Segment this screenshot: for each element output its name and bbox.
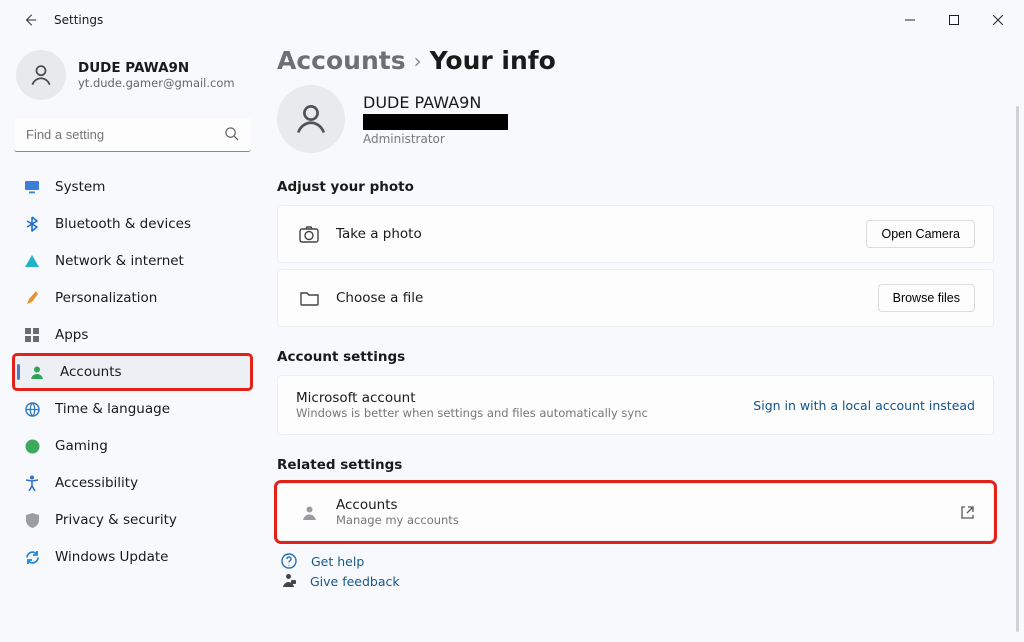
sidebar-profile-email: yt.dude.gamer@gmail.com [78, 76, 235, 90]
nav-accessibility[interactable]: Accessibility [14, 466, 251, 500]
chevron-right-icon: › [414, 49, 422, 73]
display-icon [24, 180, 40, 194]
hero-name: DUDE PAWA9N [363, 93, 508, 112]
nav-label: Personalization [55, 290, 157, 306]
section-related-settings: Related settings [277, 457, 994, 473]
minimize-button[interactable] [888, 4, 932, 36]
brush-icon [24, 290, 40, 306]
breadcrumb: Accounts › Your info [277, 46, 994, 75]
camera-icon [296, 226, 322, 243]
nav-time-language[interactable]: Time & language [14, 392, 251, 426]
section-account-settings: Account settings [277, 349, 994, 365]
related-accounts-row[interactable]: Accounts Manage my accounts [278, 484, 993, 540]
related-accounts-title: Accounts [336, 497, 459, 513]
folder-icon [296, 290, 322, 306]
nav: System Bluetooth & devices Network & int… [14, 170, 251, 574]
bluetooth-icon [24, 216, 40, 232]
breadcrumb-parent[interactable]: Accounts [277, 46, 406, 75]
choose-file-label: Choose a file [336, 290, 423, 306]
shield-icon [24, 513, 40, 528]
local-account-link[interactable]: Sign in with a local account instead [753, 398, 975, 413]
browse-files-button[interactable]: Browse files [878, 284, 975, 312]
get-help-row[interactable]: Get help [281, 553, 994, 569]
nav-label: Bluetooth & devices [55, 216, 191, 232]
nav-label: Windows Update [55, 549, 168, 565]
search-input[interactable] [14, 118, 251, 152]
give-feedback-link[interactable]: Give feedback [310, 574, 400, 589]
update-icon [24, 550, 40, 565]
nav-label: Privacy & security [55, 512, 177, 528]
nav-system[interactable]: System [14, 170, 251, 204]
nav-accounts[interactable]: Accounts [14, 355, 251, 389]
ms-account-title: Microsoft account [296, 390, 648, 406]
get-help-link[interactable]: Get help [311, 554, 364, 569]
nav-label: Apps [55, 327, 88, 343]
nav-label: Time & language [55, 401, 170, 417]
nav-network[interactable]: Network & internet [14, 244, 251, 278]
gaming-icon [24, 439, 40, 454]
nav-label: Accessibility [55, 475, 138, 491]
back-button[interactable] [16, 6, 44, 34]
accessibility-icon [24, 475, 40, 491]
close-button[interactable] [976, 4, 1020, 36]
nav-windows-update[interactable]: Windows Update [14, 540, 251, 574]
maximize-button[interactable] [932, 4, 976, 36]
open-external-icon [960, 505, 975, 520]
apps-icon [24, 328, 40, 342]
help-icon [281, 553, 297, 569]
title-bar: Settings [0, 0, 1024, 40]
feedback-icon [281, 573, 296, 589]
globe-icon [24, 402, 40, 417]
nav-label: Network & internet [55, 253, 184, 269]
nav-apps[interactable]: Apps [14, 318, 251, 352]
related-accounts-sub: Manage my accounts [336, 513, 459, 527]
sidebar-profile[interactable]: DUDE PAWA9N yt.dude.gamer@gmail.com [14, 44, 251, 114]
account-hero: DUDE PAWA9N Administrator [277, 81, 994, 157]
nav-gaming[interactable]: Gaming [14, 429, 251, 463]
nav-bluetooth[interactable]: Bluetooth & devices [14, 207, 251, 241]
window-title: Settings [54, 13, 103, 27]
sidebar: DUDE PAWA9N yt.dude.gamer@gmail.com Syst… [0, 40, 265, 642]
open-camera-button[interactable]: Open Camera [866, 220, 975, 248]
scrollbar[interactable] [1016, 106, 1019, 632]
nav-privacy[interactable]: Privacy & security [14, 503, 251, 537]
take-photo-label: Take a photo [336, 226, 422, 242]
nav-personalization[interactable]: Personalization [14, 281, 251, 315]
page-title: Your info [430, 46, 556, 75]
microsoft-account-row: Microsoft account Windows is better when… [278, 376, 993, 434]
sidebar-profile-name: DUDE PAWA9N [78, 60, 235, 76]
nav-label: Gaming [55, 438, 108, 454]
take-photo-row: Take a photo Open Camera [278, 206, 993, 262]
choose-file-row: Choose a file Browse files [278, 270, 993, 326]
main-content: Accounts › Your info DUDE PAWA9N Adminis… [265, 40, 1024, 642]
person-icon [29, 365, 45, 379]
ms-account-sub: Windows is better when settings and file… [296, 406, 648, 420]
wifi-icon [24, 254, 40, 268]
hero-email-redacted [363, 114, 508, 130]
search-icon [224, 126, 239, 141]
hero-role: Administrator [363, 132, 508, 146]
nav-label: System [55, 179, 105, 195]
avatar [16, 50, 66, 100]
nav-label: Accounts [60, 364, 122, 380]
person-icon [296, 504, 322, 521]
hero-avatar [277, 85, 345, 153]
section-adjust-photo: Adjust your photo [277, 179, 994, 195]
give-feedback-row[interactable]: Give feedback [281, 573, 994, 589]
